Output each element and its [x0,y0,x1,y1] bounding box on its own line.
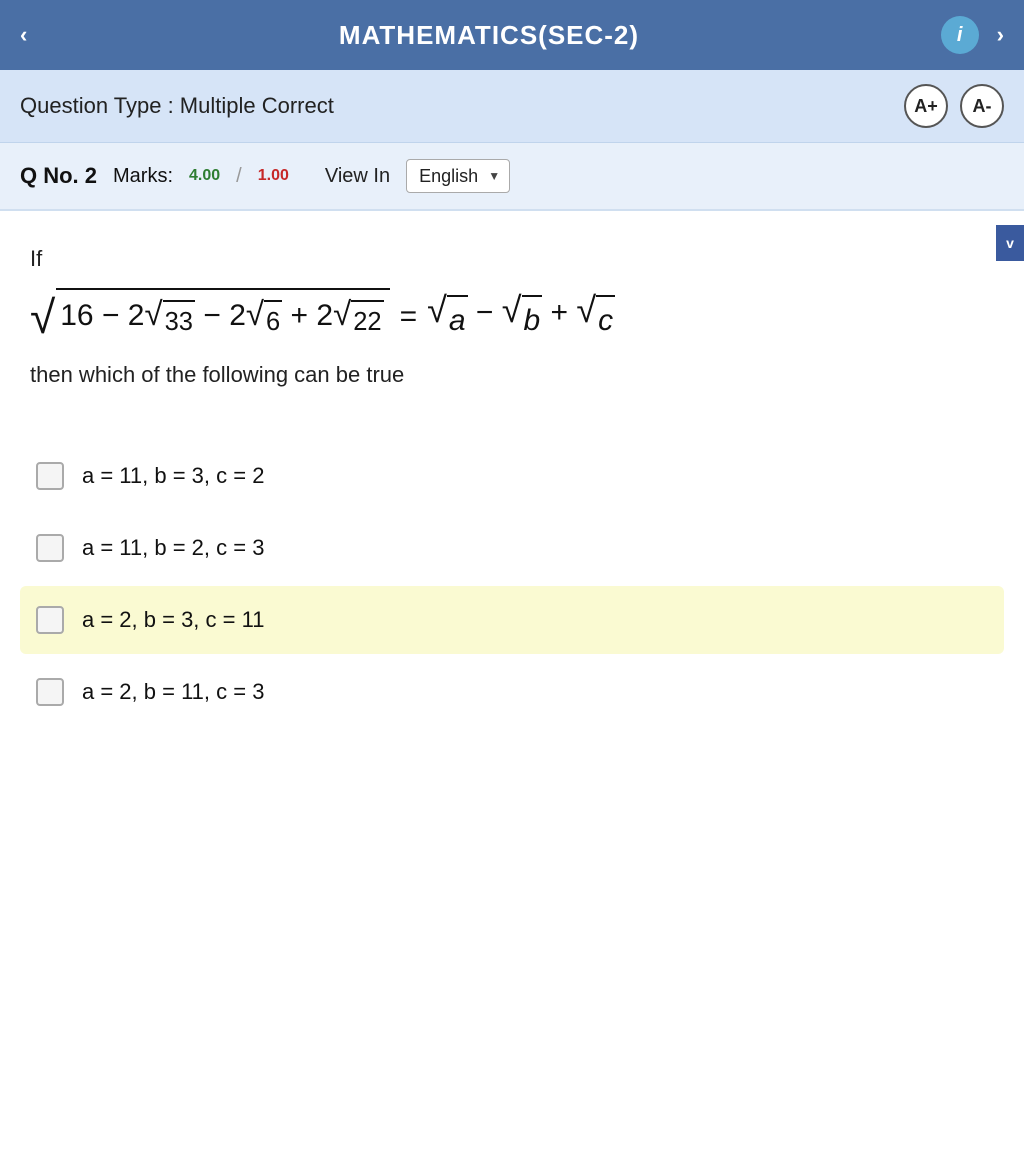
language-select-wrapper[interactable]: English Hindi [406,159,510,193]
isqrt-6: √6 [246,299,282,343]
math-equation: √ 16 − 2√33 − 2√6 + 2√22 = √a − √b + √c [30,288,994,345]
equals-sign: = [400,293,418,341]
isqrt-c: √c [576,294,615,345]
option-c-checkbox[interactable] [36,606,64,634]
option-b-checkbox[interactable] [36,534,64,562]
font-decrease-button[interactable]: A- [960,84,1004,128]
option-a-checkbox[interactable] [36,462,64,490]
option-a-text: a = 11, b = 3, c = 2 [82,463,264,489]
marks-label: Marks: [113,165,173,188]
question-intro: If [30,241,994,276]
question-type-bar: Question Type : Multiple Correct A+ A- [0,70,1024,143]
scroll-indicator[interactable]: v [996,225,1024,261]
isqrt-a: √a [427,294,467,345]
isqrt-33: √33 [145,299,196,343]
marks-positive: 4.00 [189,167,220,185]
question-type-label: Question Type : Multiple Correct [20,93,892,119]
view-in-label: View In [325,165,390,188]
option-d-text: a = 2, b = 11, c = 3 [82,679,264,705]
sqrt-content-left: 16 − 2√33 − 2√6 + 2√22 [56,288,389,345]
marks-negative: 1.00 [258,167,289,185]
marks-separator: / [236,165,242,188]
options-container: a = 11, b = 3, c = 2 a = 11, b = 2, c = … [0,442,1024,726]
prev-nav-button[interactable]: ‹ [10,12,37,58]
isqrt-22: √22 [333,299,384,343]
question-number: Q No. 2 [20,163,97,189]
option-b-text: a = 11, b = 2, c = 3 [82,535,264,561]
info-button[interactable]: i [941,16,979,54]
question-content: If √ 16 − 2√33 − 2√6 + 2√22 = √a − √b + … [0,211,1024,442]
page-title: MATHEMATICS(SEC-2) [37,20,940,51]
question-conclusion: then which of the following can be true [30,357,994,392]
option-c: a = 2, b = 3, c = 11 [20,586,1004,654]
isqrt-b: √b [502,294,542,345]
header-bar: ‹ MATHEMATICS(SEC-2) i › [0,0,1024,70]
option-c-text: a = 2, b = 3, c = 11 [82,607,264,633]
option-a: a = 11, b = 3, c = 2 [20,442,1004,510]
sqrt-symbol-left: √ [30,294,55,340]
option-d-checkbox[interactable] [36,678,64,706]
app-container: ‹ MATHEMATICS(SEC-2) i › Question Type :… [0,0,1024,1168]
rhs-expression: √a − √b + √c [427,289,615,345]
option-d: a = 2, b = 11, c = 3 [20,658,1004,726]
option-b: a = 11, b = 2, c = 3 [20,514,1004,582]
next-nav-button[interactable]: › [987,12,1014,58]
question-info-bar: Q No. 2 Marks: 4.00 / 1.00 View In Engli… [0,143,1024,211]
language-select[interactable]: English Hindi [406,159,510,193]
font-increase-button[interactable]: A+ [904,84,948,128]
